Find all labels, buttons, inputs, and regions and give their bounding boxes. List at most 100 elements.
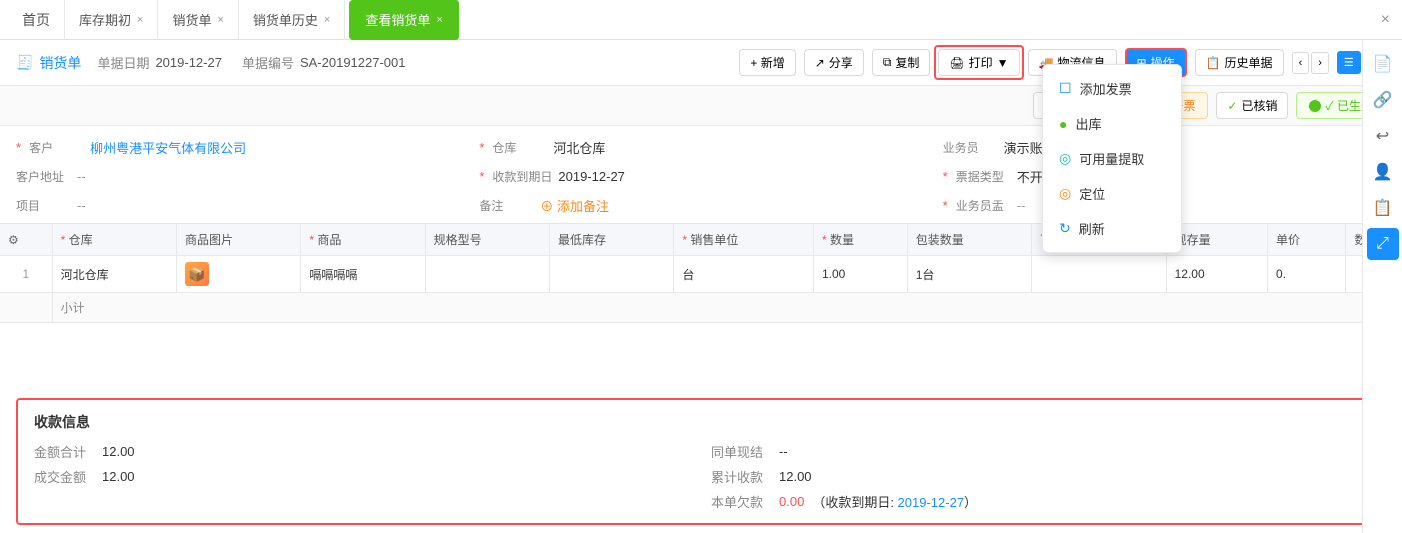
payment-date-value: 2019-12-27	[558, 169, 625, 184]
same-order-value: --	[779, 444, 788, 459]
customer-field: * 客户 柳州粤港平安气体有限公司	[16, 138, 459, 157]
payment-date-required: *	[479, 169, 484, 184]
payment-date-label: 收款到期日	[492, 168, 552, 185]
subtotal-row: 小计	[0, 293, 1402, 323]
print-area: 🖨 打印 ▼	[938, 49, 1019, 76]
note-add[interactable]: ⊕ 添加备注	[540, 196, 609, 215]
col-spec: 规格型号	[425, 224, 549, 256]
settings-icon[interactable]: ⚙	[8, 233, 19, 247]
owed-value: 0.00	[779, 494, 804, 509]
note-label: 备注	[479, 197, 534, 214]
address-label: 客户地址	[16, 168, 71, 185]
owed-row: 本单欠款 0.00 （收款到期日: 2019-12-27）	[711, 492, 1368, 511]
tab-sales-history[interactable]: 销货单历史 ×	[239, 0, 345, 40]
dropdown-outbound[interactable]: ● 出库	[1043, 106, 1181, 141]
locate-label: 定位	[1079, 184, 1105, 203]
customer-label: 客户	[29, 139, 84, 156]
add-invoice-icon: ☐	[1059, 80, 1072, 97]
sidebar-return-icon[interactable]: ↩	[1367, 120, 1399, 152]
doc-date-label: 单据日期	[97, 53, 149, 72]
transaction-value: 12.00	[102, 469, 135, 484]
refresh-label: 刷新	[1079, 219, 1105, 238]
subtotal-label: 小计	[52, 293, 1401, 323]
effective-icon	[1309, 100, 1321, 112]
tab-view-sales[interactable]: 查看销货单 ×	[349, 0, 459, 40]
col-pack-qty: 包装数量	[907, 224, 1031, 256]
payment-info-section: 收款信息 金额合计 12.00 成交金额 12.00 同单现结 -- 累计收款	[16, 398, 1386, 525]
col-quantity: * 数量	[814, 224, 908, 256]
verified-btn[interactable]: ✓ 已核销	[1216, 92, 1288, 119]
warehouse-field: * 仓库 河北仓库	[479, 138, 922, 157]
row-pack-qty: 1台	[907, 256, 1031, 293]
print-icon: 🖨	[949, 56, 964, 70]
history-button[interactable]: 📋 历史单据	[1195, 49, 1284, 76]
total-row: 金额合计 12.00 成交金额 12.00	[34, 442, 691, 511]
right-sidebar: 📄 🔗 ↩ 👤 📋 ⤢	[1362, 40, 1402, 533]
doc-date-value: 2019-12-27	[155, 55, 222, 70]
row-product: 嗝嗝嗝嗝	[301, 256, 425, 293]
tab-inventory[interactable]: 库存期初 ×	[65, 0, 158, 40]
tab-bar-close-button[interactable]: ×	[1381, 11, 1390, 29]
prev-button[interactable]: ‹	[1292, 52, 1310, 74]
sidebar-link-icon[interactable]: 🔗	[1367, 84, 1399, 116]
row-unit: 台	[674, 256, 814, 293]
document-title-section: 🧾 销货单	[16, 53, 81, 73]
row-number: 1	[0, 256, 52, 293]
settlement-col: 同单现结 -- 累计收款 12.00 本单欠款 0.00 （收款到期日: 201…	[711, 442, 1368, 511]
col-settings[interactable]: ⚙	[0, 224, 52, 256]
next-button[interactable]: ›	[1311, 52, 1329, 74]
tab-sales[interactable]: 销货单 ×	[158, 0, 238, 40]
note-field: 备注 ⊕ 添加备注	[479, 196, 922, 215]
tab-inventory-close[interactable]: ×	[137, 14, 143, 26]
view-list-button[interactable]: ☰	[1337, 51, 1361, 74]
doc-date-group: 单据日期 2019-12-27	[97, 53, 222, 72]
address-field: 客户地址 --	[16, 167, 459, 186]
customer-value[interactable]: 柳州粤港平安气体有限公司	[90, 138, 246, 157]
row-available	[1032, 256, 1167, 293]
dropdown-refresh[interactable]: ↻ 刷新	[1043, 211, 1181, 246]
main-content: 🧾 销货单 单据日期 2019-12-27 单据编号 SA-20191227-0…	[0, 40, 1402, 533]
dropdown-available[interactable]: ◎ 可用量提取	[1043, 141, 1181, 176]
address-value: --	[77, 169, 86, 184]
copy-button[interactable]: ⧉ 复制	[872, 49, 931, 76]
sidebar-user-icon[interactable]: 👤	[1367, 156, 1399, 188]
col-image: 商品图片	[176, 224, 300, 256]
cumulative-label: 累计收款	[711, 467, 771, 486]
row-stock: 12.00	[1166, 256, 1267, 293]
document-header: 🧾 销货单 单据日期 2019-12-27 单据编号 SA-20191227-0…	[0, 40, 1402, 86]
dropdown-locate[interactable]: ◎ 定位	[1043, 176, 1181, 211]
dropdown-add-invoice[interactable]: ☐ 添加发票	[1043, 71, 1181, 106]
tab-sales-close[interactable]: ×	[217, 14, 223, 26]
print-button[interactable]: 🖨 打印 ▼	[938, 49, 1019, 76]
doc-number-group: 单据编号 SA-20191227-001	[242, 53, 406, 72]
sidebar-clipboard-icon[interactable]: 📋	[1367, 192, 1399, 224]
subtotal-empty	[0, 293, 52, 323]
transaction-row: 成交金额 12.00	[34, 467, 691, 486]
payment-info-grid: 金额合计 12.00 成交金额 12.00 同单现结 -- 累计收款 12.00	[34, 442, 1368, 511]
sidebar-doc-icon[interactable]: 📄	[1367, 48, 1399, 80]
verified-icon: ✓	[1227, 99, 1237, 113]
new-button[interactable]: + 新增	[739, 49, 795, 76]
form-section: * 客户 柳州粤港平安气体有限公司 * 仓库 河北仓库 业务员 演示账号 客户地…	[0, 126, 1402, 223]
col-min-stock: 最低库存	[550, 224, 674, 256]
staff-label: 业务员	[943, 139, 998, 156]
available-label: 可用量提取	[1079, 149, 1144, 168]
project-value: --	[77, 198, 86, 213]
sidebar-expand-icon[interactable]: ⤢	[1367, 228, 1399, 260]
toolbar: 📱 来自手机 未开票 ✓ 已核销 ✓ 已生效	[0, 86, 1402, 126]
tab-view-sales-close[interactable]: ×	[436, 14, 442, 26]
col-warehouse: * 仓库	[52, 224, 176, 256]
cumulative-row: 累计收款 12.00	[711, 467, 1368, 486]
operation-dropdown: ☐ 添加发票 ● 出库 ◎ 可用量提取 ◎ 定位 ↻ 刷新	[1042, 64, 1182, 253]
share-button[interactable]: ↗ 分享	[804, 49, 864, 76]
tab-home[interactable]: 首页	[8, 0, 65, 40]
same-order-label: 同单现结	[711, 442, 771, 461]
outbound-label: 出库	[1075, 114, 1101, 133]
total-value: 12.00	[102, 444, 135, 459]
warehouse-value: 河北仓库	[553, 138, 605, 157]
refresh-icon: ↻	[1059, 220, 1071, 237]
tab-sales-history-close[interactable]: ×	[324, 14, 330, 26]
tab-sales-history-label: 销货单历史	[253, 10, 318, 29]
ticket-required: *	[943, 169, 948, 184]
product-thumbnail: 📦	[185, 262, 209, 286]
